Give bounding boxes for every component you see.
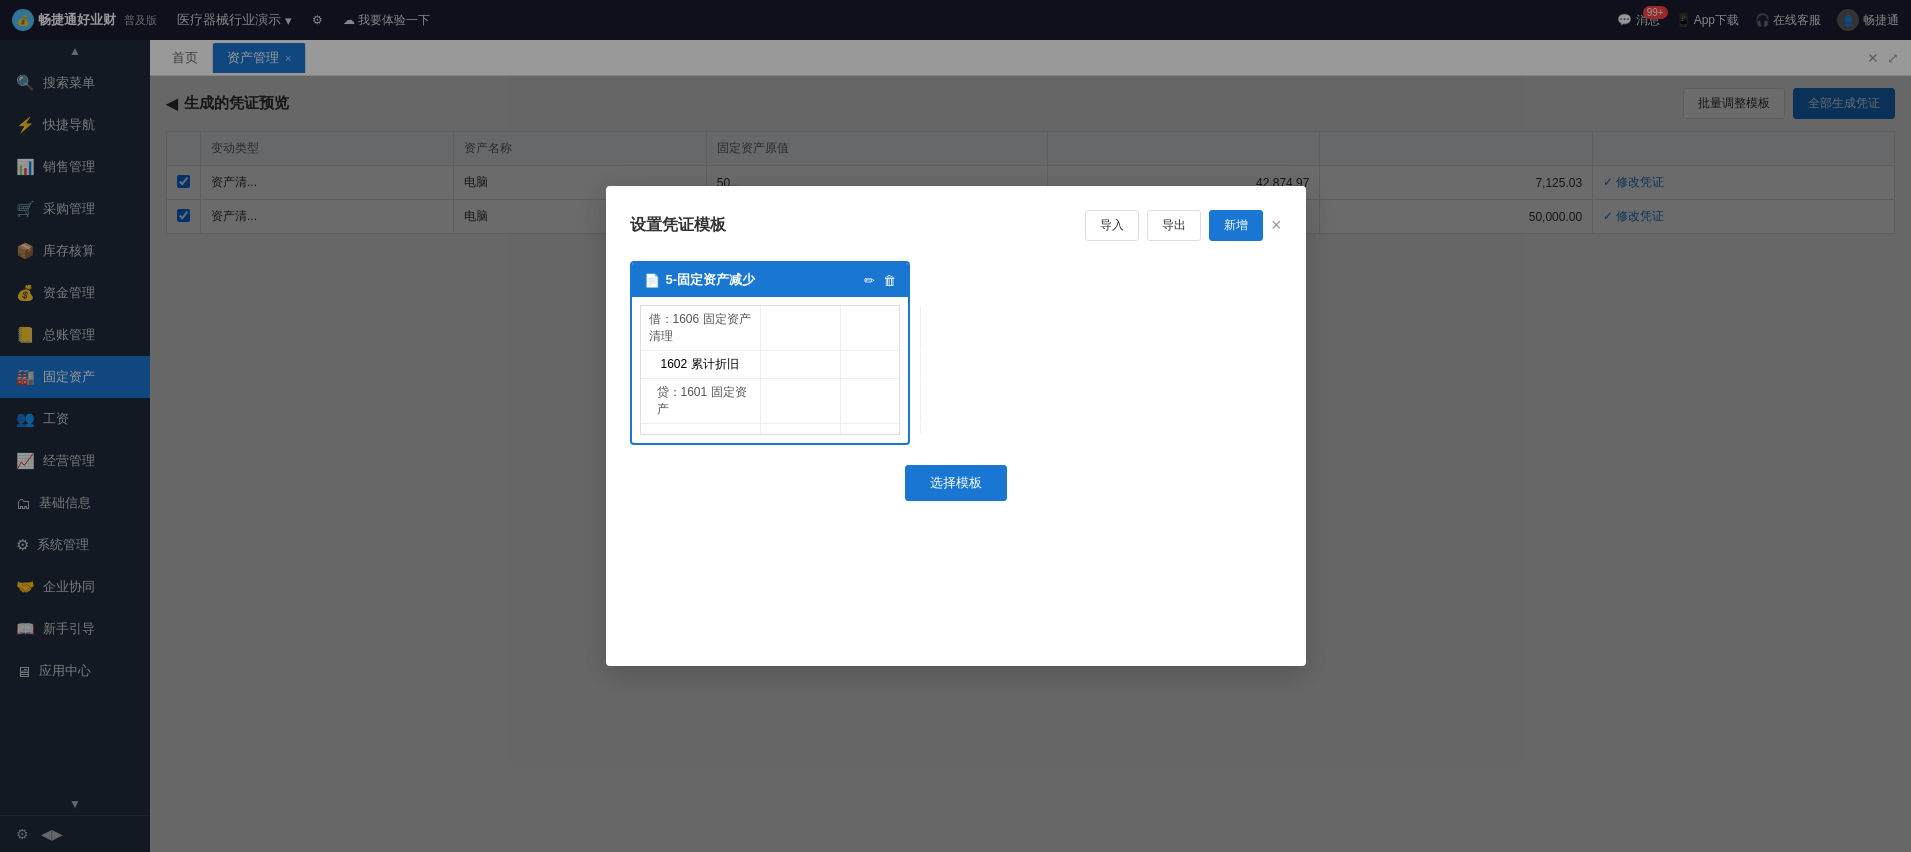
entry2-credit — [841, 351, 921, 378]
template-edit-icon[interactable]: ✏ — [864, 273, 875, 288]
export-btn[interactable]: 导出 — [1147, 210, 1201, 241]
template-entry-row-3: 贷：1601 固定资产 — [641, 379, 899, 424]
template-card-title: 📄 5-固定资产减少 — [644, 271, 756, 289]
template-card: 📄 5-固定资产减少 ✏ 🗑 — [630, 261, 910, 445]
template-entry-row-2: 1602 累计折旧 — [641, 351, 899, 379]
template-card-actions: ✏ 🗑 — [864, 273, 896, 288]
app-wrapper: 💰 畅捷通好业财 普及版 医疗器械行业演示 ▾ ⚙ ☁ 我要体验一下 💬 消息 — [0, 0, 1911, 852]
template-card-body: 借：1606 固定资产清理 1602 累计折旧 — [632, 297, 908, 443]
entry4-credit — [841, 424, 921, 434]
modal-close-btn[interactable]: × — [1271, 215, 1282, 236]
template-entry-row-4 — [641, 424, 899, 434]
entry4-extra — [921, 424, 1001, 434]
template-grid: 借：1606 固定资产清理 1602 累计折旧 — [640, 305, 900, 435]
template-doc-icon: 📄 — [644, 273, 660, 288]
entry3-extra — [921, 379, 1001, 423]
entry2-extra — [921, 351, 1001, 378]
import-btn[interactable]: 导入 — [1085, 210, 1139, 241]
page-content: ◀ 生成的凭证预览 批量调整模板 全部生成凭证 变动类型 — [150, 76, 1911, 852]
entry1-type: 借：1606 固定资产清理 — [641, 306, 761, 350]
entry2-debit — [761, 351, 841, 378]
entry3-debit — [761, 379, 841, 423]
new-template-btn[interactable]: 新增 — [1209, 210, 1263, 241]
template-entry-row-1: 借：1606 固定资产清理 — [641, 306, 899, 351]
entry2-type: 1602 累计折旧 — [641, 351, 761, 378]
entry1-debit — [761, 306, 841, 350]
entry1-extra — [921, 306, 1001, 350]
main-layout: ▲ 🔍 搜索菜单 ⚡ 快捷导航 📊 销售管理 🛒 采购管理 — [0, 40, 1911, 852]
template-delete-icon[interactable]: 🗑 — [883, 273, 896, 288]
entry4-type — [641, 424, 761, 434]
template-card-header: 📄 5-固定资产减少 ✏ 🗑 — [632, 263, 908, 297]
content-area: 首页 资产管理 × ✕ ⤢ ◀ 生成的凭证预览 — [150, 40, 1911, 852]
entry3-type: 贷：1601 固定资产 — [641, 379, 761, 423]
modal-actions: 导入 导出 新增 — [1085, 210, 1263, 241]
select-template-container: 选择模板 — [630, 465, 1282, 501]
modal-overlay: 设置凭证模板 导入 导出 新增 × — [150, 76, 1911, 852]
entry3-credit — [841, 379, 921, 423]
template-card-title-text: 5-固定资产减少 — [666, 271, 756, 289]
entry1-credit — [841, 306, 921, 350]
entry4-debit — [761, 424, 841, 434]
modal-header: 设置凭证模板 导入 导出 新增 × — [630, 210, 1282, 241]
modal-dialog: 设置凭证模板 导入 导出 新增 × — [606, 186, 1306, 666]
select-template-btn[interactable]: 选择模板 — [905, 465, 1007, 501]
modal-title: 设置凭证模板 — [630, 215, 726, 236]
